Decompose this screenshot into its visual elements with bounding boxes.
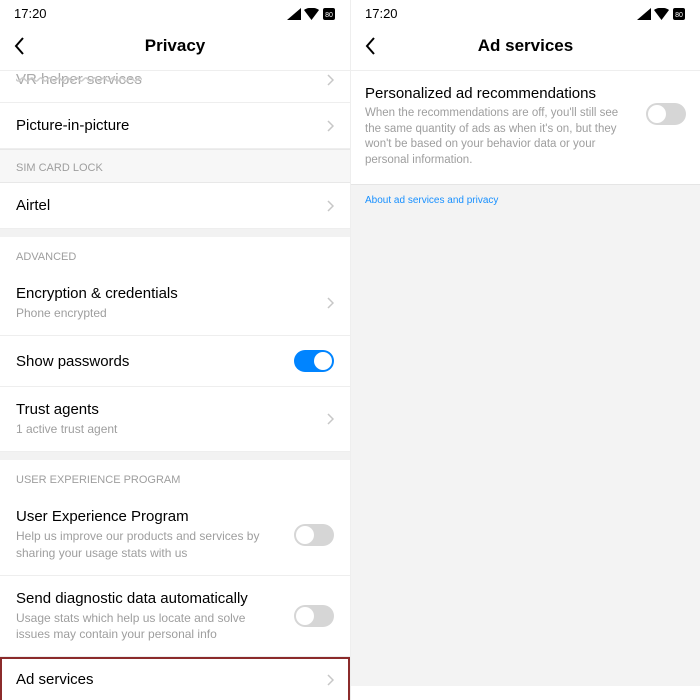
item-subtitle: Phone encrypted — [16, 305, 315, 321]
item-subtitle: 1 active trust agent — [16, 421, 315, 437]
toggle-uep[interactable] — [294, 524, 334, 546]
settings-item-ad-services[interactable]: Ad services — [0, 657, 350, 700]
item-subtitle: Usage stats which help us locate and sol… — [16, 610, 282, 642]
page-title: Privacy — [14, 36, 336, 56]
settings-item-airtel[interactable]: Airtel — [0, 183, 350, 229]
settings-item-encryption[interactable]: Encryption & credentials Phone encrypted — [0, 271, 350, 336]
section-sim-lock: SIM CARD LOCK — [0, 149, 350, 183]
status-time: 17:20 — [365, 6, 398, 21]
item-label: Personalized ad recommendations — [365, 85, 624, 102]
item-label: VR helper services — [16, 71, 315, 88]
chevron-right-icon — [327, 413, 334, 425]
wifi-icon — [304, 8, 319, 20]
item-label: Trust agents — [16, 401, 315, 418]
settings-item-uep[interactable]: User Experience Program Help us improve … — [0, 494, 350, 575]
item-subtitle: Help us improve our products and service… — [16, 528, 282, 560]
item-label: Picture-in-picture — [16, 117, 315, 134]
section-gap — [0, 452, 350, 460]
settings-item-personalized-ads[interactable]: Personalized ad recommendations When the… — [351, 71, 700, 185]
section-uep: USER EXPERIENCE PROGRAM — [0, 460, 350, 494]
settings-item-vr[interactable]: VR helper services — [0, 71, 350, 103]
section-advanced: ADVANCED — [0, 237, 350, 271]
toggle-diagnostic[interactable] — [294, 605, 334, 627]
signal-icon — [287, 8, 301, 20]
battery-icon: 80 — [672, 7, 686, 21]
header-bar: Ad services — [351, 24, 700, 71]
status-bar: 17:20 80 — [0, 0, 350, 24]
chevron-right-icon — [327, 674, 334, 686]
item-label: Ad services — [16, 671, 315, 688]
item-subtitle: When the recommendations are off, you'll… — [365, 106, 624, 168]
item-label: Send diagnostic data automatically — [16, 590, 282, 607]
item-label: User Experience Program — [16, 508, 282, 525]
settings-item-diagnostic[interactable]: Send diagnostic data automatically Usage… — [0, 576, 350, 657]
chevron-right-icon — [327, 200, 334, 212]
item-label: Airtel — [16, 197, 315, 214]
header-bar: Privacy — [0, 24, 350, 71]
svg-text:80: 80 — [675, 12, 683, 19]
settings-item-show-passwords[interactable]: Show passwords — [0, 336, 350, 387]
item-label: Show passwords — [16, 353, 282, 370]
item-label: Encryption & credentials — [16, 285, 315, 302]
svg-text:80: 80 — [325, 12, 333, 19]
signal-icon — [637, 8, 651, 20]
status-time: 17:20 — [14, 6, 47, 21]
section-gap — [0, 229, 350, 237]
status-icons: 80 — [637, 7, 686, 21]
status-bar: 17:20 80 — [351, 0, 700, 24]
privacy-screen: 17:20 80 Privacy VR helper services Pict… — [0, 0, 350, 700]
settings-item-trust-agents[interactable]: Trust agents 1 active trust agent — [0, 387, 350, 452]
page-title: Ad services — [365, 36, 686, 56]
wifi-icon — [654, 8, 669, 20]
toggle-show-passwords[interactable] — [294, 350, 334, 372]
toggle-personalized-ads[interactable] — [646, 103, 686, 125]
about-link[interactable]: About ad services and privacy — [351, 185, 700, 216]
chevron-right-icon — [327, 297, 334, 309]
ad-services-screen: 17:20 80 Ad services Personalized ad rec… — [350, 0, 700, 700]
status-icons: 80 — [287, 7, 336, 21]
battery-icon: 80 — [322, 7, 336, 21]
settings-item-pip[interactable]: Picture-in-picture — [0, 103, 350, 149]
chevron-right-icon — [327, 74, 334, 86]
content-body: Personalized ad recommendations When the… — [351, 71, 700, 686]
chevron-right-icon — [327, 120, 334, 132]
